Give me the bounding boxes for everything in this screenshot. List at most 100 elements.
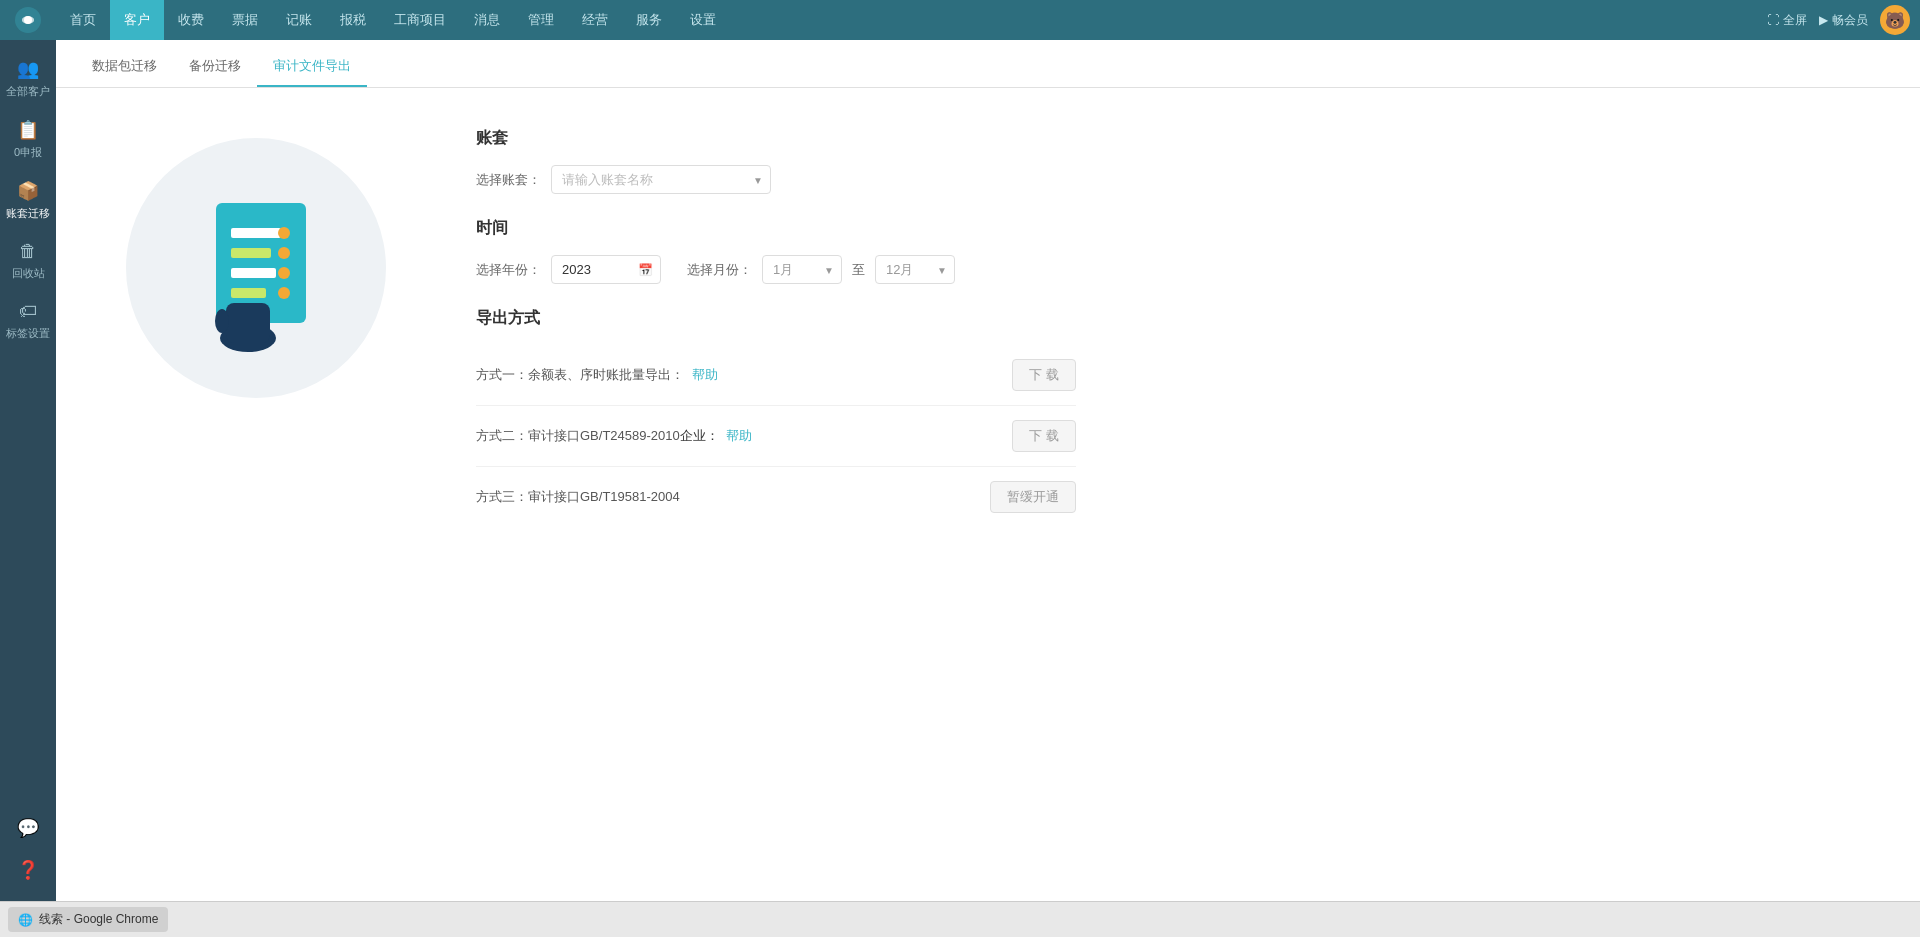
taskbar-label: 线索 - Google Chrome xyxy=(39,911,158,928)
nav-invoice[interactable]: 票据 xyxy=(218,0,272,40)
sidebar-chat-button[interactable]: 💬 xyxy=(0,807,56,849)
svg-rect-4 xyxy=(231,248,271,258)
chat-icon: 💬 xyxy=(17,817,39,839)
fullscreen-button[interactable]: ⛶ 全屏 xyxy=(1767,12,1807,29)
sidebar-item-zero-declaration[interactable]: 📋 0申报 xyxy=(0,109,56,170)
vip-label: 畅会员 xyxy=(1832,12,1868,29)
export-method-2-label: 方式二：审计接口GB/T24589-2010企业： 帮助 xyxy=(476,427,1012,445)
export-method-1-download-btn[interactable]: 下 载 xyxy=(1012,359,1076,391)
export-method-2-help[interactable]: 帮助 xyxy=(726,428,752,443)
illustration-area xyxy=(116,128,396,408)
help-icon: ❓ xyxy=(17,859,39,881)
audit-illustration xyxy=(176,173,336,363)
export-section-title: 导出方式 xyxy=(476,308,1076,329)
nav-operation[interactable]: 经营 xyxy=(568,0,622,40)
nav-message[interactable]: 消息 xyxy=(460,0,514,40)
zero-decl-icon: 📋 xyxy=(17,119,39,141)
nav-service[interactable]: 服务 xyxy=(622,0,676,40)
month-start-select[interactable]: 1月 2月 3月 4月 5月 6月 7月 8月 9月 10月 11月 12月 xyxy=(762,255,842,284)
tag-icon: 🏷 xyxy=(19,301,37,322)
export-method-1-text: 方式一：余额表、序时账批量导出： xyxy=(476,367,684,382)
chrome-icon: 🌐 xyxy=(18,913,33,927)
tab-audit-export[interactable]: 审计文件导出 xyxy=(257,45,367,87)
account-select-row: 选择账套： 请输入账套名称 xyxy=(476,165,1076,194)
export-method-3-text: 方式三：审计接口GB/T19581-2004 xyxy=(476,489,680,504)
year-input[interactable] xyxy=(551,255,661,284)
year-input-wrapper: 📅 xyxy=(551,255,661,284)
year-label: 选择年份： xyxy=(476,261,541,279)
svg-point-7 xyxy=(278,227,290,239)
content-area: 数据包迁移 备份迁移 审计文件导出 xyxy=(56,40,1920,901)
form-area: 账套 选择账套： 请输入账套名称 时间 选择年份： 📅 xyxy=(476,128,1076,527)
vip-button[interactable]: ▶ 畅会员 xyxy=(1819,12,1868,29)
sidebar-label-customers: 全部客户 xyxy=(6,84,50,99)
export-method-1-label: 方式一：余额表、序时账批量导出： 帮助 xyxy=(476,366,1012,384)
svg-point-1 xyxy=(24,16,32,24)
month-label: 选择月份： xyxy=(687,261,752,279)
nav-tax[interactable]: 报税 xyxy=(326,0,380,40)
account-section-title: 账套 xyxy=(476,128,1076,149)
svg-point-9 xyxy=(278,267,290,279)
sidebar-item-recycle[interactable]: 🗑 回收站 xyxy=(0,231,56,291)
account-select[interactable]: 请输入账套名称 xyxy=(551,165,771,194)
export-method-1-help[interactable]: 帮助 xyxy=(692,367,718,382)
export-method-2-download-btn[interactable]: 下 载 xyxy=(1012,420,1076,452)
sidebar-label-migration: 账套迁移 xyxy=(6,206,50,221)
app-logo xyxy=(10,2,46,38)
nav-manage[interactable]: 管理 xyxy=(514,0,568,40)
tab-data-migration[interactable]: 数据包迁移 xyxy=(76,45,173,87)
export-method-3-label: 方式三：审计接口GB/T19581-2004 xyxy=(476,488,990,506)
account-select-wrapper: 请输入账套名称 xyxy=(551,165,771,194)
page-content: 账套 选择账套： 请输入账套名称 时间 选择年份： 📅 xyxy=(56,88,1920,901)
sidebar-item-account-migration[interactable]: 📦 账套迁移 xyxy=(0,170,56,231)
nav-business[interactable]: 工商项目 xyxy=(380,0,460,40)
top-navigation: 首页 客户 收费 票据 记账 报税 工商项目 消息 管理 经营 服务 设置 ⛶ … xyxy=(0,0,1920,40)
export-method-3-open-btn[interactable]: 暂缓开通 xyxy=(990,481,1076,513)
fullscreen-label: 全屏 xyxy=(1783,12,1807,29)
svg-rect-6 xyxy=(231,288,266,298)
svg-rect-5 xyxy=(231,268,276,278)
migration-icon: 📦 xyxy=(17,180,39,202)
taskbar: 🌐 线索 - Google Chrome xyxy=(0,901,1920,937)
to-separator: 至 xyxy=(852,261,865,279)
month-end-select[interactable]: 1月 2月 3月 4月 5月 6月 7月 8月 9月 10月 11月 12月 xyxy=(875,255,955,284)
nav-right-area: ⛶ 全屏 ▶ 畅会员 🐻 xyxy=(1767,5,1910,35)
month-start-wrapper: 1月 2月 3月 4月 5月 6月 7月 8月 9月 10月 11月 12月 xyxy=(762,255,842,284)
time-select-row: 选择年份： 📅 选择月份： 1月 2月 3月 4月 5月 6月 xyxy=(476,255,1076,284)
recycle-icon: 🗑 xyxy=(19,241,37,262)
svg-point-10 xyxy=(278,287,290,299)
svg-point-13 xyxy=(215,309,229,333)
sidebar-item-tag-settings[interactable]: 🏷 标签设置 xyxy=(0,291,56,351)
tab-backup-migration[interactable]: 备份迁移 xyxy=(173,45,257,87)
taskbar-chrome-item[interactable]: 🌐 线索 - Google Chrome xyxy=(8,907,168,932)
nav-bookkeeping[interactable]: 记账 xyxy=(272,0,326,40)
vip-icon: ▶ xyxy=(1819,13,1828,27)
month-end-wrapper: 1月 2月 3月 4月 5月 6月 7月 8月 9月 10月 11月 12月 xyxy=(875,255,955,284)
nav-settings[interactable]: 设置 xyxy=(676,0,730,40)
user-avatar[interactable]: 🐻 xyxy=(1880,5,1910,35)
svg-rect-3 xyxy=(231,228,281,238)
svg-point-8 xyxy=(278,247,290,259)
nav-menu: 首页 客户 收费 票据 记账 报税 工商项目 消息 管理 经营 服务 设置 xyxy=(56,0,1767,40)
sidebar-label-recycle: 回收站 xyxy=(12,266,45,281)
time-section-title: 时间 xyxy=(476,218,1076,239)
export-method-3: 方式三：审计接口GB/T19581-2004 暂缓开通 xyxy=(476,467,1076,527)
export-method-2-company: 企业： xyxy=(680,428,719,443)
nav-fee[interactable]: 收费 xyxy=(164,0,218,40)
sidebar-help-button[interactable]: ❓ xyxy=(0,849,56,891)
nav-home[interactable]: 首页 xyxy=(56,0,110,40)
sidebar-item-all-customers[interactable]: 👥 全部客户 xyxy=(0,48,56,109)
sidebar-label-zero-decl: 0申报 xyxy=(14,145,42,160)
svg-rect-12 xyxy=(226,303,270,343)
account-select-label: 选择账套： xyxy=(476,171,541,189)
export-method-1: 方式一：余额表、序时账批量导出： 帮助 下 载 xyxy=(476,345,1076,406)
export-method-2: 方式二：审计接口GB/T24589-2010企业： 帮助 下 载 xyxy=(476,406,1076,467)
sidebar-bottom: 💬 ❓ xyxy=(0,807,56,901)
export-method-2-prefix: 方式二：审计接口GB/T24589-2010 xyxy=(476,428,680,443)
customers-icon: 👥 xyxy=(17,58,39,80)
tab-bar: 数据包迁移 备份迁移 审计文件导出 xyxy=(56,40,1920,88)
fullscreen-icon: ⛶ xyxy=(1767,13,1779,27)
nav-customer[interactable]: 客户 xyxy=(110,0,164,40)
illustration-circle xyxy=(126,138,386,398)
sidebar: 👥 全部客户 📋 0申报 📦 账套迁移 🗑 回收站 🏷 标签设置 💬 ❓ xyxy=(0,40,56,901)
